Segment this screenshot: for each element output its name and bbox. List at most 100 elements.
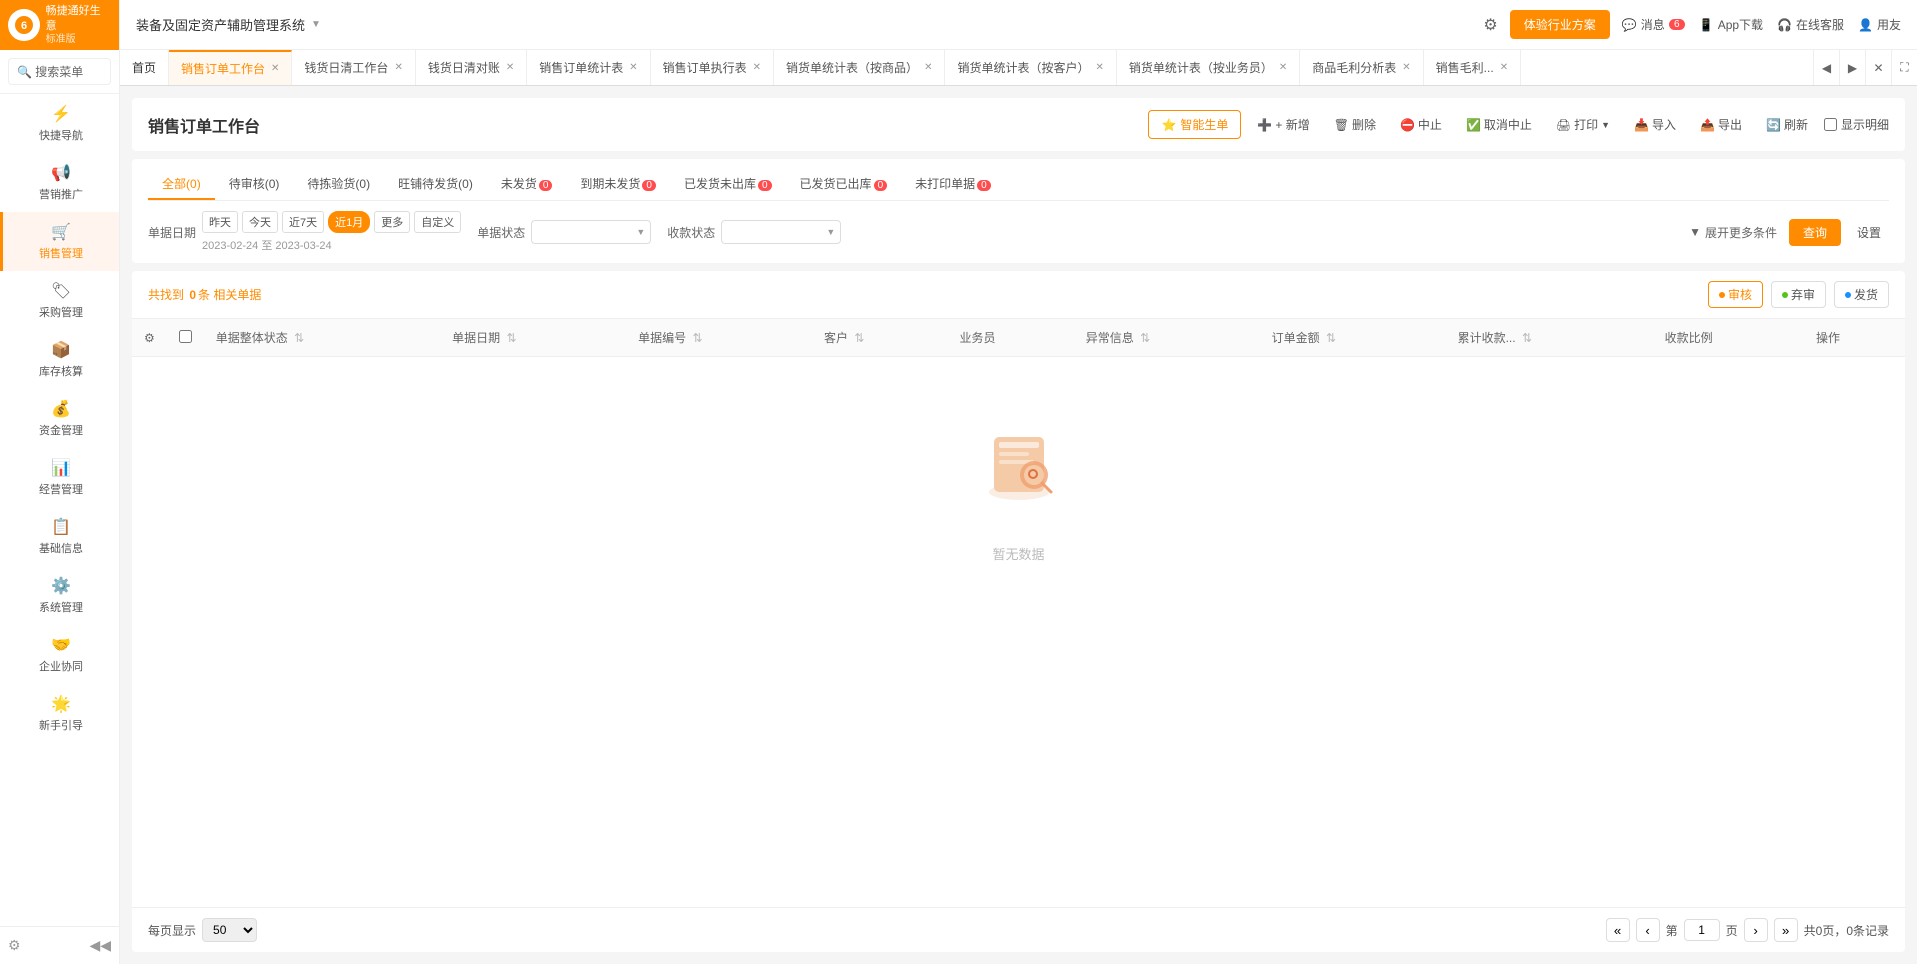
tab-close-reconciliation[interactable]: ✕ [506, 62, 514, 73]
status-filter-label: 单据状态 [477, 224, 525, 241]
column-settings-icon[interactable]: ⚙ [144, 331, 155, 345]
print-button[interactable]: 🖨 打印 ▼ [1548, 111, 1618, 138]
delete-button[interactable]: 🗑 删除 [1326, 111, 1384, 138]
filter-tab-pending-pick[interactable]: 待拣验货(0) [293, 169, 384, 200]
tabs-close-button[interactable]: ✕ [1865, 50, 1891, 86]
tab-close-sales-exec[interactable]: ✕ [753, 62, 761, 73]
tabs-scroll-left[interactable]: ◀ [1813, 50, 1839, 86]
filter-tab-not-printed[interactable]: 未打印单据0 [901, 169, 1005, 200]
tab-reconciliation[interactable]: 钱货日清对账 ✕ [416, 50, 527, 86]
collapse-sidebar-button[interactable]: ◀◀ [89, 937, 111, 954]
tabs-scroll-right[interactable]: ▶ [1839, 50, 1865, 86]
tab-close-cash-daily[interactable]: ✕ [394, 62, 402, 73]
date-btn-today[interactable]: 今天 [242, 211, 278, 233]
batch-revoke-button[interactable]: 弃审 [1771, 281, 1826, 308]
tab-close-sales[interactable]: ✕ [271, 63, 279, 74]
filter-tab-shipped-not-out[interactable]: 已发货未出库0 [670, 169, 786, 200]
next-page-button[interactable]: › [1744, 918, 1768, 942]
prev-page-button[interactable]: ‹ [1636, 918, 1660, 942]
search-menu-button[interactable]: 🔍 搜索菜单 [8, 58, 111, 85]
last-page-button[interactable]: » [1774, 918, 1798, 942]
tab-sales-by-product[interactable]: 销货单统计表（按商品） ✕ [774, 50, 945, 86]
page-size-select-input[interactable]: 20 50 100 [202, 918, 257, 942]
page-number-input[interactable] [1684, 919, 1720, 941]
date-btn-more[interactable]: 更多 [374, 211, 410, 233]
message-action[interactable]: 💬 消息 6 [1622, 16, 1685, 33]
tab-sales-by-customer[interactable]: 销货单统计表（按客户） ✕ [945, 50, 1116, 86]
title-dropdown-arrow[interactable]: ▼ [311, 19, 321, 30]
sidebar-item-system[interactable]: ⚙️ 系统管理 [0, 566, 119, 625]
filter-tab-pending-review[interactable]: 待审核(0) [215, 169, 294, 200]
sidebar-item-enterprise[interactable]: 🤝 企业协同 [0, 625, 119, 684]
tab-sales-exec[interactable]: 销售订单执行表 ✕ [651, 50, 774, 86]
sidebar-item-quick-nav[interactable]: ⚡ 快捷导航 [0, 94, 119, 153]
topbar-actions: 💬 消息 6 📱 App下载 🎧 在线客服 👤 用友 [1622, 16, 1901, 33]
filter-tab-all[interactable]: 全部(0) [148, 169, 215, 200]
tabs-maximize-button[interactable]: ⛶ [1891, 50, 1917, 86]
status-select[interactable] [531, 220, 651, 244]
suspend-button[interactable]: ⛔ 中止 [1392, 111, 1450, 138]
sidebar-item-operations[interactable]: 📊 经营管理 [0, 448, 119, 507]
sidebar-item-sales[interactable]: 🛒 销售管理 [0, 212, 119, 271]
tab-sales-workbench[interactable]: 销售订单工作台 ✕ [169, 50, 292, 86]
filter-tab-shop-pending[interactable]: 旺铺待发货(0) [384, 169, 487, 200]
import-button[interactable]: 📥 导入 [1626, 111, 1684, 138]
sort-customer-icon[interactable]: ⇅ [854, 331, 864, 345]
sidebar-item-guide[interactable]: 🌟 新手引导 [0, 684, 119, 743]
payment-select[interactable] [721, 220, 841, 244]
filter-tab-shipped-out[interactable]: 已发货已出库0 [786, 169, 902, 200]
tab-close-by-salesperson[interactable]: ✕ [1279, 62, 1287, 73]
tab-margin-analysis[interactable]: 商品毛利分析表 ✕ [1300, 50, 1423, 86]
refresh-button[interactable]: 🔄 刷新 [1758, 111, 1816, 138]
sort-accumulated-icon[interactable]: ⇅ [1522, 331, 1532, 345]
tab-cash-daily[interactable]: 钱货日清工作台 ✕ [292, 50, 415, 86]
tab-sales-by-salesperson[interactable]: 销货单统计表（按业务员） ✕ [1117, 50, 1300, 86]
tab-sales-margin[interactable]: 销售毛利... ✕ [1424, 50, 1521, 86]
table-scroll[interactable]: ⚙ 单据整体状态 ⇅ 单据日期 ⇅ [132, 319, 1905, 907]
user-icon: 👤 [1858, 18, 1873, 32]
first-page-button[interactable]: « [1606, 918, 1630, 942]
date-btn-custom[interactable]: 自定义 [414, 211, 461, 233]
date-btn-1month[interactable]: 近1月 [328, 211, 370, 233]
sidebar-item-basic-info[interactable]: 📋 基础信息 [0, 507, 119, 566]
filter-settings-button[interactable]: 设置 [1849, 219, 1889, 246]
filter-tab-overdue-not-shipped[interactable]: 到期未发货0 [566, 169, 670, 200]
smart-generate-button[interactable]: ⭐ 智能生单 [1148, 110, 1241, 139]
show-detail-input[interactable] [1824, 118, 1837, 131]
app-download-action[interactable]: 📱 App下载 [1699, 16, 1763, 33]
tab-close-by-product[interactable]: ✕ [924, 62, 932, 73]
user-action[interactable]: 👤 用友 [1858, 16, 1901, 33]
batch-ship-button[interactable]: 发货 [1834, 281, 1889, 308]
batch-audit-button[interactable]: 审核 [1708, 281, 1763, 308]
online-service-action[interactable]: 🎧 在线客服 [1777, 16, 1844, 33]
sort-status-icon[interactable]: ⇅ [294, 331, 304, 345]
topbar-gear-button[interactable]: ⚙ [1483, 15, 1497, 35]
tab-close-margin[interactable]: ✕ [1402, 62, 1410, 73]
show-detail-checkbox[interactable]: 显示明细 [1824, 116, 1889, 133]
add-button[interactable]: ➕ + 新增 [1249, 111, 1317, 138]
industry-solution-button[interactable]: 体验行业方案 [1510, 10, 1610, 39]
th-salesperson: 业务员 [948, 319, 1074, 357]
settings-bottom-button[interactable]: ⚙ [8, 937, 21, 954]
export-button[interactable]: 📤 导出 [1692, 111, 1750, 138]
tab-home[interactable]: 首页 [120, 50, 169, 86]
filter-tab-not-shipped[interactable]: 未发货0 [487, 169, 567, 200]
tab-sales-stats[interactable]: 销售订单统计表 ✕ [527, 50, 650, 86]
sort-amount-icon[interactable]: ⇅ [1326, 331, 1336, 345]
sidebar-item-inventory[interactable]: 📦 库存核算 [0, 330, 119, 389]
sort-number-icon[interactable]: ⇅ [692, 331, 702, 345]
tab-close-sales-margin[interactable]: ✕ [1500, 62, 1508, 73]
sidebar-item-finance[interactable]: 💰 资金管理 [0, 389, 119, 448]
query-button[interactable]: 查询 [1789, 219, 1841, 246]
expand-more-button[interactable]: ▼ 展开更多条件 [1685, 220, 1781, 245]
tab-close-by-customer[interactable]: ✕ [1095, 62, 1103, 73]
sort-date-icon[interactable]: ⇅ [507, 331, 517, 345]
date-btn-7days[interactable]: 近7天 [282, 211, 324, 233]
cancel-suspend-button[interactable]: ✅ 取消中止 [1458, 111, 1540, 138]
tab-close-sales-stats[interactable]: ✕ [629, 62, 637, 73]
sort-anomaly-icon[interactable]: ⇅ [1140, 331, 1150, 345]
date-btn-yesterday[interactable]: 昨天 [202, 211, 238, 233]
select-all-checkbox[interactable] [179, 330, 192, 343]
sidebar-item-marketing[interactable]: 📢 营销推广 [0, 153, 119, 212]
sidebar-item-purchase[interactable]: 🏷 采购管理 [0, 271, 119, 330]
